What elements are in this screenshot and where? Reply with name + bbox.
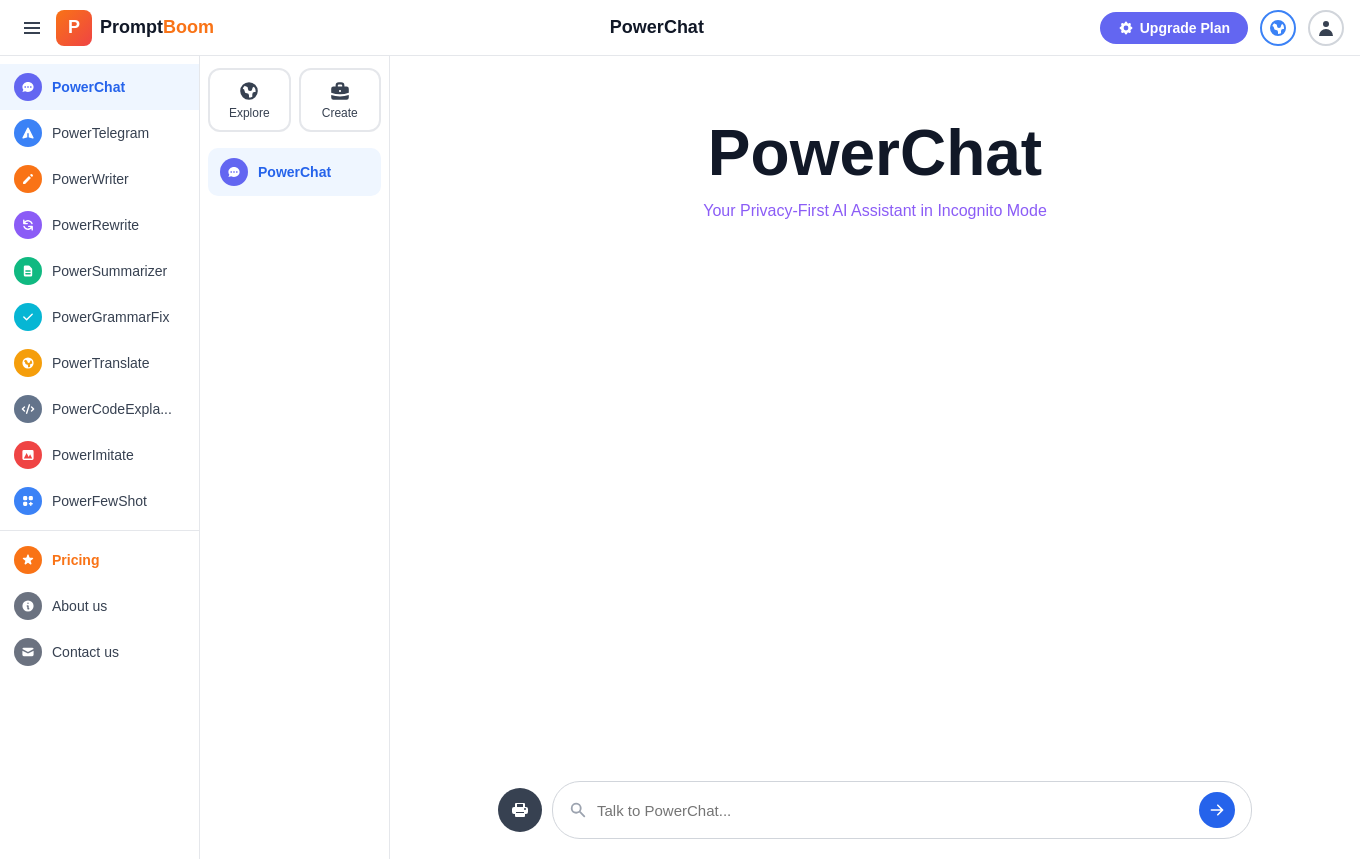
chat-input-wrapper xyxy=(552,781,1252,839)
powertelegram-icon xyxy=(14,119,42,147)
powerfewshot-icon xyxy=(14,487,42,515)
sidebar-label-powerwriter: PowerWriter xyxy=(52,171,129,187)
main-layout: PowerChat PowerTelegram PowerWriter Powe… xyxy=(0,56,1360,859)
sidebar-label-powersummarizer: PowerSummarizer xyxy=(52,263,167,279)
app-header: P PromptBoom PowerChat Upgrade Plan xyxy=(0,0,1360,56)
sidebar-label-pricing: Pricing xyxy=(52,552,99,568)
sidebar-item-about[interactable]: About us xyxy=(0,583,199,629)
print-icon xyxy=(510,800,530,820)
sidebar-label-powerfewshot: PowerFewShot xyxy=(52,493,147,509)
send-button[interactable] xyxy=(1199,792,1235,828)
sidebar-item-powerwriter[interactable]: PowerWriter xyxy=(0,156,199,202)
send-icon xyxy=(1209,802,1225,818)
sidebar-label-powertelegram: PowerTelegram xyxy=(52,125,149,141)
hamburger-button[interactable] xyxy=(16,12,48,44)
sidebar-item-powergrammarfix[interactable]: PowerGrammarFix xyxy=(0,294,199,340)
header-right: Upgrade Plan xyxy=(1100,10,1344,46)
pricing-icon xyxy=(14,546,42,574)
powerimitate-icon xyxy=(14,441,42,469)
sidebar-item-powertelegram[interactable]: PowerTelegram xyxy=(0,110,199,156)
sidebar-item-pricing[interactable]: Pricing xyxy=(0,537,199,583)
sidebar-label-powergrammarfix: PowerGrammarFix xyxy=(52,309,169,325)
logo-text: PromptBoom xyxy=(100,17,214,38)
sidebar-label-powerrewrite: PowerRewrite xyxy=(52,217,139,233)
main-content: PowerChat Your Privacy-First AI Assistan… xyxy=(390,56,1360,859)
sidebar-label-about: About us xyxy=(52,598,107,614)
sidebar-label-powerimitate: PowerImitate xyxy=(52,447,134,463)
main-subtitle: Your Privacy-First AI Assistant in Incog… xyxy=(703,202,1047,220)
panel-powerchat-icon xyxy=(220,158,248,186)
about-icon xyxy=(14,592,42,620)
tab-create-label: Create xyxy=(322,106,358,120)
sidebar-item-powersummarizer[interactable]: PowerSummarizer xyxy=(0,248,199,294)
globe-button[interactable] xyxy=(1260,10,1296,46)
header-title: PowerChat xyxy=(610,17,704,38)
search-icon xyxy=(569,801,587,819)
robot-tab-icon xyxy=(329,80,351,102)
panel-active-powerchat[interactable]: PowerChat xyxy=(208,148,381,196)
sidebar-label-powercodeexplain: PowerCodeExpla... xyxy=(52,401,172,417)
tab-create[interactable]: Create xyxy=(299,68,382,132)
sidebar-item-powerchat[interactable]: PowerChat xyxy=(0,64,199,110)
gear-icon xyxy=(1118,20,1134,36)
sidebar-item-powercodeexplain[interactable]: PowerCodeExpla... xyxy=(0,386,199,432)
powercodeexplain-icon xyxy=(14,395,42,423)
logo-icon: P xyxy=(56,10,92,46)
sidebar-label-powertranslate: PowerTranslate xyxy=(52,355,150,371)
upgrade-button[interactable]: Upgrade Plan xyxy=(1100,12,1248,44)
second-panel: Explore Create PowerChat xyxy=(200,56,390,859)
sidebar-item-powertranslate[interactable]: PowerTranslate xyxy=(0,340,199,386)
powergrammarfix-icon xyxy=(14,303,42,331)
sidebar-item-powerfewshot[interactable]: PowerFewShot xyxy=(0,478,199,524)
sidebar-item-contact[interactable]: Contact us xyxy=(0,629,199,675)
panel-tabs: Explore Create xyxy=(208,68,381,132)
contact-icon xyxy=(14,638,42,666)
tab-explore[interactable]: Explore xyxy=(208,68,291,132)
sidebar: PowerChat PowerTelegram PowerWriter Powe… xyxy=(0,56,200,859)
avatar-button[interactable] xyxy=(1308,10,1344,46)
sidebar-divider xyxy=(0,530,199,531)
chat-mode-button[interactable] xyxy=(498,788,542,832)
sidebar-label-contact: Contact us xyxy=(52,644,119,660)
user-icon xyxy=(1316,18,1336,38)
header-left: P PromptBoom xyxy=(16,10,214,46)
globe-icon xyxy=(1268,18,1288,38)
main-title: PowerChat xyxy=(708,116,1042,190)
panel-active-label: PowerChat xyxy=(258,164,331,180)
tab-explore-label: Explore xyxy=(229,106,270,120)
globe-tab-icon xyxy=(238,80,260,102)
powerwriter-icon xyxy=(14,165,42,193)
sidebar-label-powerchat: PowerChat xyxy=(52,79,125,95)
chat-input[interactable] xyxy=(597,802,1189,819)
sidebar-item-powerrewrite[interactable]: PowerRewrite xyxy=(0,202,199,248)
powertranslate-icon xyxy=(14,349,42,377)
powersummarizer-icon xyxy=(14,257,42,285)
upgrade-label: Upgrade Plan xyxy=(1140,20,1230,36)
powerrewrite-icon xyxy=(14,211,42,239)
sidebar-item-powerimitate[interactable]: PowerImitate xyxy=(0,432,199,478)
chat-input-area xyxy=(390,781,1360,839)
powerchat-icon xyxy=(14,73,42,101)
